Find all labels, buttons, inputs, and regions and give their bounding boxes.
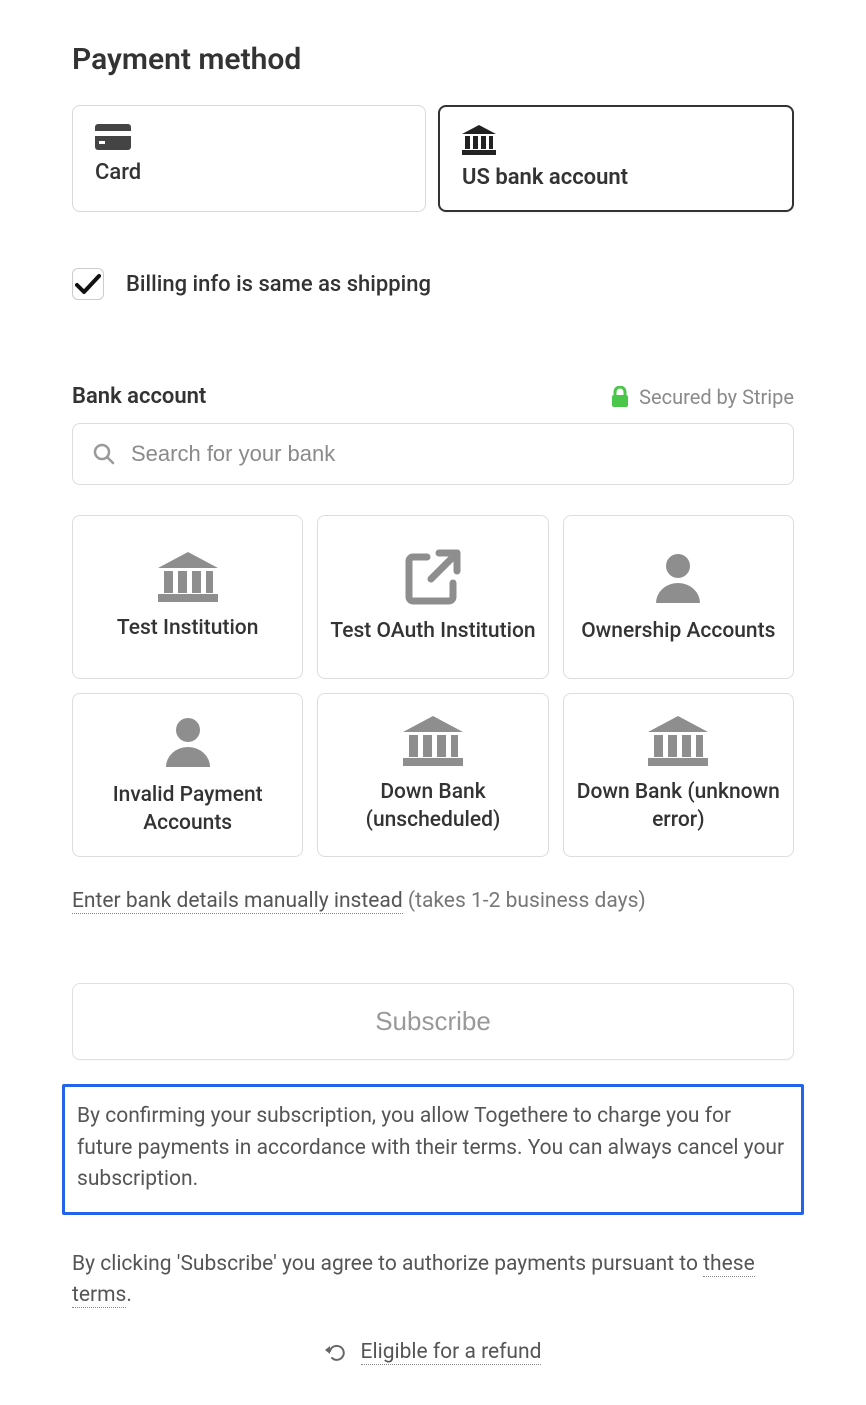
undo-icon [325,1342,347,1362]
bank-tile-label: Down Bank (unscheduled) [328,778,537,835]
bank-tile-label: Test OAuth Institution [330,617,535,645]
billing-same-checkbox[interactable] [72,268,104,300]
bank-icon [158,552,218,602]
payment-method-us-bank-label: US bank account [462,165,770,190]
bank-tile-label: Down Bank (unknown error) [574,778,783,835]
enter-bank-manually-link[interactable]: Enter bank details manually instead [72,889,403,914]
billing-same-label: Billing info is same as shipping [126,272,431,297]
eligible-refund-link[interactable]: Eligible for a refund [361,1340,542,1365]
manual-note: (takes 1-2 business days) [408,889,646,913]
payment-method-us-bank[interactable]: US bank account [438,105,794,212]
bank-tile[interactable]: Down Bank (unscheduled) [317,693,548,857]
bank-tile-label: Ownership Accounts [581,617,775,645]
bank-icon [648,716,708,766]
subscription-terms-highlight: By confirming your subscription, you all… [62,1084,804,1215]
authorize-terms-text: By clicking 'Subscribe' you agree to aut… [72,1249,794,1312]
bank-tile-label: Test Institution [117,614,259,642]
bank-search-box[interactable] [72,423,794,485]
page-title: Payment method [72,42,794,77]
payment-method-card[interactable]: Card [72,105,426,212]
bank-icon [403,716,463,766]
bank-search-input[interactable] [129,440,773,468]
bank-tile[interactable]: Invalid Payment Accounts [72,693,303,857]
search-icon [93,443,115,465]
bank-account-heading: Bank account [72,384,206,409]
bank-tile[interactable]: Down Bank (unknown error) [563,693,794,857]
subscribe-button[interactable]: Subscribe [72,983,794,1060]
bank-tile[interactable]: Test OAuth Institution [317,515,548,679]
bank-tile[interactable]: Test Institution [72,515,303,679]
card-icon [95,124,403,150]
secured-label: Secured by Stripe [639,385,794,409]
check-icon [75,273,101,295]
person-icon [160,713,216,769]
bank-icon [462,125,770,155]
bank-tile-label: Invalid Payment Accounts [83,781,292,838]
secured-by-stripe: Secured by Stripe [611,385,794,409]
payment-method-card-label: Card [95,160,403,185]
payment-method-tabs: Card US bank account [72,105,794,212]
bank-grid: Test Institution Test OAuth Institution Ow… [72,515,794,857]
person-icon [650,549,706,605]
bank-tile[interactable]: Ownership Accounts [563,515,794,679]
external-icon [405,549,461,605]
lock-icon [611,386,629,408]
